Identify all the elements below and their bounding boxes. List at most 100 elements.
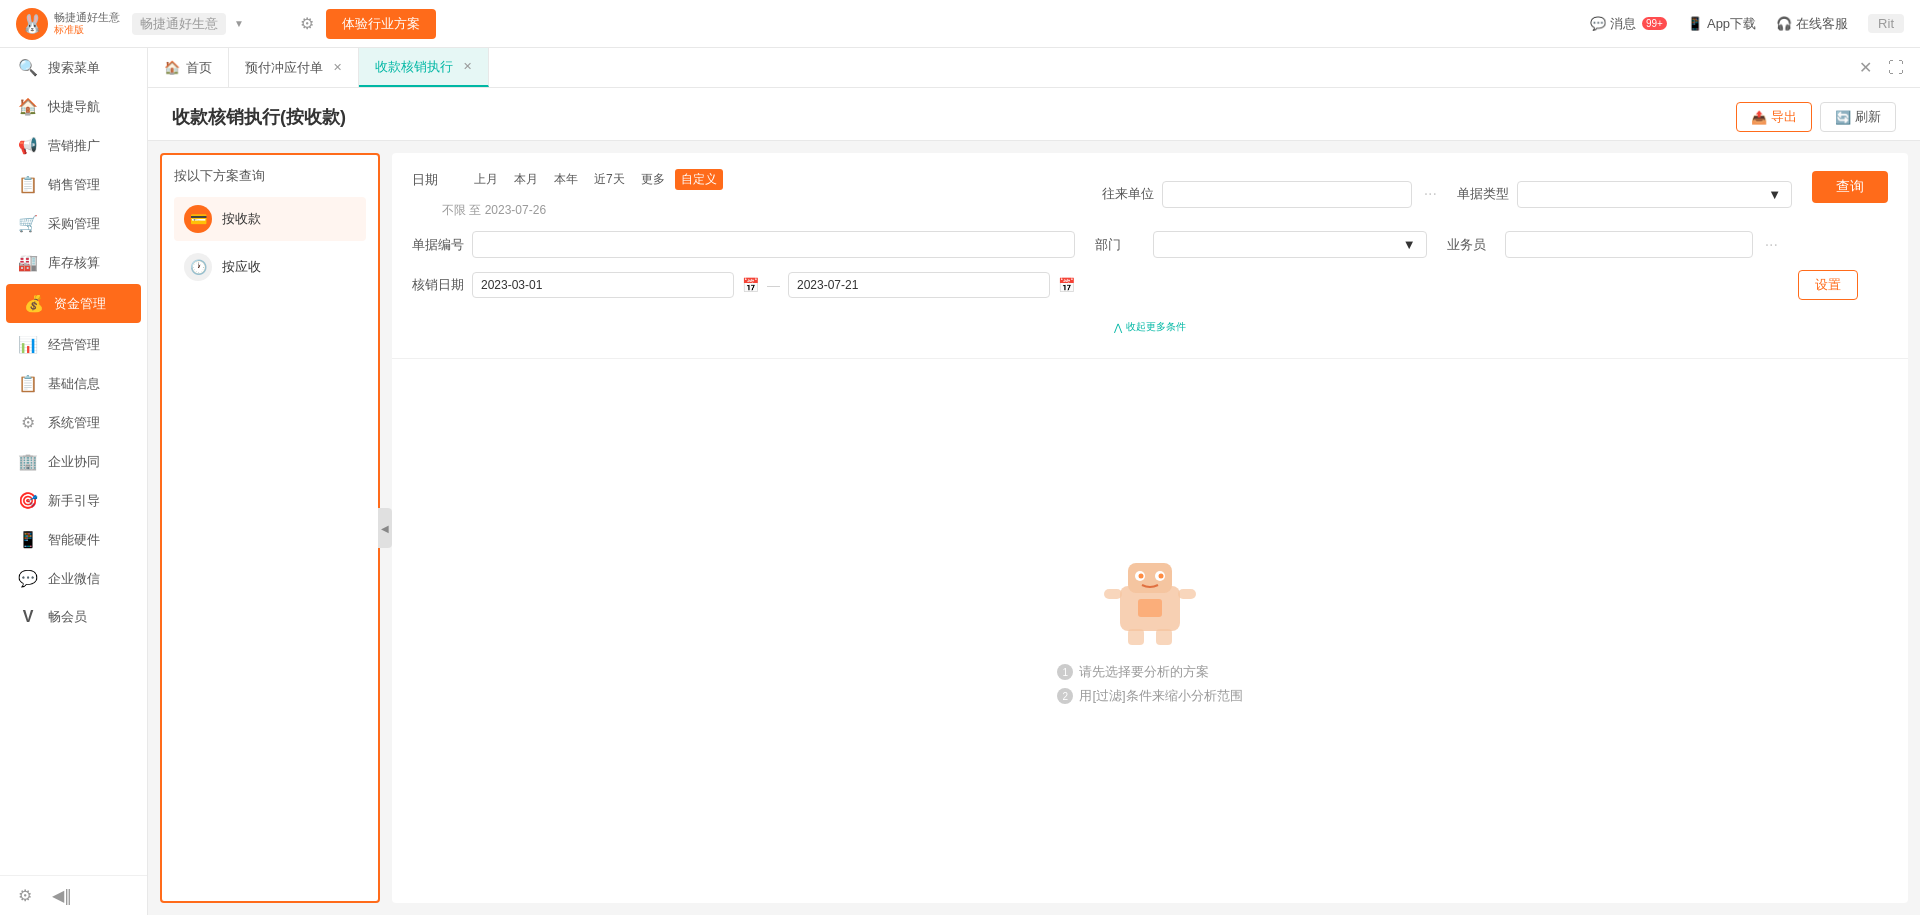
close-tab-icon[interactable]: ✕: [1855, 54, 1876, 81]
search-form: 日期 上月 本月 本年 近7天 更多 自定义 不限 至 2023-0: [392, 153, 1908, 359]
form-item-dept: 部门 ▼: [1095, 231, 1427, 258]
sidebar-item-guide[interactable]: 🎯 新手引导: [0, 481, 147, 520]
sidebar-item-operations[interactable]: 📊 经营管理: [0, 325, 147, 364]
app-name: 畅捷通好生意 ▼: [132, 13, 292, 35]
weixin-icon: 💬: [18, 569, 38, 588]
sidebar-item-purchase[interactable]: 🛒 采购管理: [0, 204, 147, 243]
setting-button[interactable]: 设置: [1798, 270, 1858, 300]
basic-info-icon: 📋: [18, 374, 38, 393]
hardware-icon: 📱: [18, 530, 38, 549]
tab-receipt-writeoff[interactable]: 收款核销执行 ✕: [359, 48, 489, 87]
sidebar-item-finance[interactable]: 💰 资金管理: [6, 284, 141, 323]
sidebar-item-sales[interactable]: 📋 销售管理: [0, 165, 147, 204]
home-icon: 🏠: [18, 97, 38, 116]
sidebar-item-weixin[interactable]: 💬 企业微信: [0, 559, 147, 598]
calendar-start-icon[interactable]: 📅: [742, 277, 759, 293]
form-item-writeoff-date: 核销日期 📅 — 📅: [412, 272, 1075, 298]
guide-icon: 🎯: [18, 491, 38, 510]
sidebar-item-system[interactable]: ⚙ 系统管理: [0, 403, 147, 442]
sidebar-item-member[interactable]: V 畅会员: [0, 598, 147, 636]
tab-prepay-writeoff[interactable]: 预付冲应付单 ✕: [229, 48, 359, 87]
tabbar-controls: ✕ ⛶: [1855, 54, 1920, 81]
export-button[interactable]: 📤 导出: [1736, 102, 1812, 132]
robot-svg: [1090, 551, 1210, 651]
refresh-button[interactable]: 🔄 刷新: [1820, 102, 1896, 132]
calendar-end-icon[interactable]: 📅: [1058, 277, 1075, 293]
inventory-icon: 🏭: [18, 253, 38, 272]
source-unit-input[interactable]: [1162, 181, 1412, 208]
query-button[interactable]: 查询: [1812, 171, 1888, 203]
enterprise-icon: 🏢: [18, 452, 38, 471]
empty-step-2: 2 用[过滤]条件来缩小分析范围: [1057, 687, 1242, 705]
download-icon: 📱: [1687, 16, 1703, 31]
page-title-actions: 📤 导出 🔄 刷新: [1736, 102, 1896, 132]
filter-item-by-receivable[interactable]: 🕐 按应收: [174, 245, 366, 289]
date-btn-this-year[interactable]: 本年: [548, 169, 584, 190]
sidebar-item-inventory[interactable]: 🏭 库存核算: [0, 243, 147, 282]
receivable-icon: 🕐: [184, 253, 212, 281]
sidebar-item-hardware[interactable]: 📱 智能硬件: [0, 520, 147, 559]
svg-rect-9: [1156, 629, 1172, 645]
staff-dots[interactable]: ···: [1765, 236, 1778, 254]
chevron-down-icon: ▼: [1768, 187, 1781, 202]
message-button[interactable]: 💬 消息 99+: [1590, 15, 1667, 33]
sidebar-item-enterprise[interactable]: 🏢 企业协同: [0, 442, 147, 481]
empty-illustration: [1090, 551, 1210, 651]
writeoff-date-end-input[interactable]: [788, 272, 1050, 298]
dept-select[interactable]: ▼: [1153, 231, 1427, 258]
filter-item-by-receipt[interactable]: 💳 按收款: [174, 197, 366, 241]
source-unit-dots[interactable]: ···: [1424, 185, 1437, 203]
staff-label: 业务员: [1447, 236, 1497, 254]
filter-collapse-button[interactable]: ◀: [378, 508, 392, 548]
collapse-sidebar-icon[interactable]: ◀‖: [52, 886, 72, 905]
gear-icon[interactable]: ⚙: [300, 14, 314, 33]
content-area: 按以下方案查询 💳 按收款 🕐 按应收 ◀ 日期: [148, 141, 1920, 915]
fullscreen-icon[interactable]: ⛶: [1884, 55, 1908, 81]
empty-text-list: 1 请先选择要分析的方案 2 用[过滤]条件来缩小分析范围: [1057, 663, 1242, 711]
form-row-3: 核销日期 📅 — 📅 设置: [412, 270, 1888, 300]
svg-rect-7: [1178, 589, 1196, 599]
page-title-row: 收款核销执行(按收款) 📤 导出 🔄 刷新: [172, 102, 1896, 140]
filter-panel-title: 按以下方案查询: [174, 167, 366, 185]
date-btn-7days[interactable]: 近7天: [588, 169, 631, 190]
export-icon: 📤: [1751, 110, 1767, 125]
main-content: 🏠 首页 预付冲应付单 ✕ 收款核销执行 ✕ ✕ ⛶ 收款核销执行(按收款) 📤…: [148, 48, 1920, 915]
date-btn-last-month[interactable]: 上月: [468, 169, 504, 190]
form-item-date: 日期 上月 本月 本年 近7天 更多 自定义 不限 至 2023-0: [412, 169, 1082, 219]
solution-button[interactable]: 体验行业方案: [326, 9, 436, 39]
online-service-button[interactable]: 🎧 在线客服: [1776, 15, 1848, 33]
sidebar-item-quick-nav[interactable]: 🏠 快捷导航: [0, 87, 147, 126]
logo-icon: 🐰: [16, 8, 48, 40]
date-btn-custom[interactable]: 自定义: [675, 169, 723, 190]
writeoff-date-start-input[interactable]: [472, 272, 734, 298]
tab-close-prepay[interactable]: ✕: [333, 61, 342, 74]
form-row-1: 日期 上月 本月 本年 近7天 更多 自定义 不限 至 2023-0: [412, 169, 1888, 219]
sidebar-item-search[interactable]: 🔍 搜索菜单: [0, 48, 147, 87]
topbar-right: 💬 消息 99+ 📱 App下载 🎧 在线客服 Rit: [1590, 14, 1904, 33]
collapse-more-button[interactable]: ⋀ 收起更多条件: [412, 312, 1888, 342]
member-icon: V: [18, 608, 38, 626]
purchase-icon: 🛒: [18, 214, 38, 233]
headset-icon: 🎧: [1776, 16, 1792, 31]
form-item-source-unit: 往来单位 ···: [1102, 181, 1437, 208]
logo: 🐰 畅捷通好生意 标准版: [16, 8, 120, 40]
empty-state: 1 请先选择要分析的方案 2 用[过滤]条件来缩小分析范围: [392, 359, 1908, 903]
chevron-down-icon-dept: ▼: [1403, 237, 1416, 252]
settings-icon[interactable]: ⚙: [18, 886, 32, 905]
sidebar-item-basic-info[interactable]: 📋 基础信息: [0, 364, 147, 403]
staff-input[interactable]: [1505, 231, 1753, 258]
doc-type-select[interactable]: ▼: [1517, 181, 1792, 208]
form-item-staff: 业务员 ···: [1447, 231, 1779, 258]
date-btn-this-month[interactable]: 本月: [508, 169, 544, 190]
writeoff-date-label: 核销日期: [412, 276, 464, 294]
doc-number-input[interactable]: [472, 231, 1075, 258]
sidebar-item-marketing[interactable]: 📢 营销推广: [0, 126, 147, 165]
svg-point-5: [1159, 574, 1164, 579]
app-download-button[interactable]: 📱 App下载: [1687, 15, 1756, 33]
date-no-limit-text: 不限 至 2023-07-26: [442, 203, 546, 217]
tab-close-receipt[interactable]: ✕: [463, 60, 472, 73]
doc-type-label: 单据类型: [1457, 185, 1509, 203]
date-btn-more[interactable]: 更多: [635, 169, 671, 190]
tab-home[interactable]: 🏠 首页: [148, 48, 229, 87]
chevron-down-icon[interactable]: ▼: [234, 18, 244, 29]
